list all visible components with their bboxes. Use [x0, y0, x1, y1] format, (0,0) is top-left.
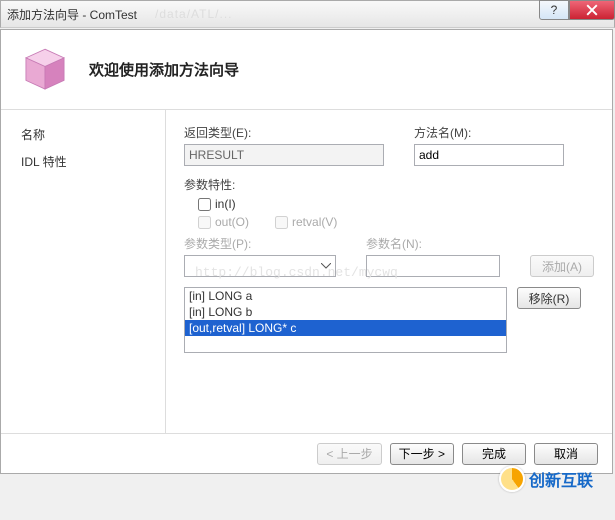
- param-list-item[interactable]: [out,retval] LONG* c: [185, 320, 506, 336]
- param-type-select[interactable]: [184, 255, 336, 277]
- overlay-brand-logo: 创新互联: [499, 464, 609, 494]
- checkbox-out-box: [198, 216, 211, 229]
- checkbox-in[interactable]: in(I): [198, 197, 594, 211]
- param-list-item[interactable]: [in] LONG b: [185, 304, 506, 320]
- remove-param-button[interactable]: 移除(R): [517, 287, 581, 309]
- checkbox-in-box[interactable]: [198, 198, 211, 211]
- add-param-button: 添加(A): [530, 255, 594, 277]
- help-icon: ?: [551, 3, 558, 17]
- overlay-logo-icon: [499, 466, 525, 492]
- sidebar-item-name[interactable]: 名称: [21, 126, 165, 143]
- wizard-body: 名称 IDL 特性 返回类型(E): 方法名(M): 参数特性:: [1, 110, 612, 433]
- window-buttons: ?: [539, 0, 615, 20]
- checkbox-out-label: out(O): [215, 215, 249, 229]
- wizard-title: 欢迎使用添加方法向导: [89, 59, 239, 80]
- chevron-down-icon: [319, 259, 333, 273]
- checkbox-retval-label: retval(V): [292, 215, 337, 229]
- checkbox-retval: retval(V): [275, 215, 337, 229]
- cancel-button[interactable]: 取消: [534, 443, 598, 465]
- sidebar-item-idl[interactable]: IDL 特性: [21, 153, 165, 170]
- return-type-input[interactable]: [184, 144, 384, 166]
- help-button[interactable]: ?: [539, 0, 569, 20]
- method-name-label: 方法名(M):: [414, 124, 564, 141]
- param-name-label: 参数名(N):: [366, 235, 500, 252]
- titlebar: 添加方法向导 - ComTest /data/ATL/... ?: [0, 0, 615, 28]
- param-name-input[interactable]: [366, 255, 500, 277]
- sidebar: 名称 IDL 特性: [1, 110, 166, 433]
- overlay-logo-text: 创新互联: [529, 467, 593, 491]
- method-name-input[interactable]: [414, 144, 564, 166]
- checkbox-out: out(O): [198, 215, 249, 229]
- param-listbox[interactable]: [in] LONG a[in] LONG b[out,retval] LONG*…: [184, 287, 507, 353]
- param-attr-label: 参数特性:: [184, 178, 235, 192]
- param-list-item[interactable]: [in] LONG a: [185, 288, 506, 304]
- cube-icon: [19, 44, 71, 96]
- checkbox-retval-box: [275, 216, 288, 229]
- wizard-header: 欢迎使用添加方法向导: [1, 30, 612, 110]
- finish-button[interactable]: 完成: [462, 443, 526, 465]
- param-type-label: 参数类型(P):: [184, 235, 336, 252]
- close-icon: [586, 4, 598, 16]
- next-button[interactable]: 下一步 >: [390, 443, 454, 465]
- return-type-label: 返回类型(E):: [184, 124, 384, 141]
- prev-button: < 上一步: [317, 443, 381, 465]
- form-panel: 返回类型(E): 方法名(M): 参数特性: in(I): [166, 110, 612, 433]
- close-button[interactable]: [569, 0, 615, 20]
- window-title: 添加方法向导 - ComTest: [7, 6, 137, 23]
- checkbox-in-label: in(I): [215, 197, 236, 211]
- wizard-dialog: 欢迎使用添加方法向导 名称 IDL 特性 返回类型(E): 方法名(M): 参数…: [0, 29, 613, 474]
